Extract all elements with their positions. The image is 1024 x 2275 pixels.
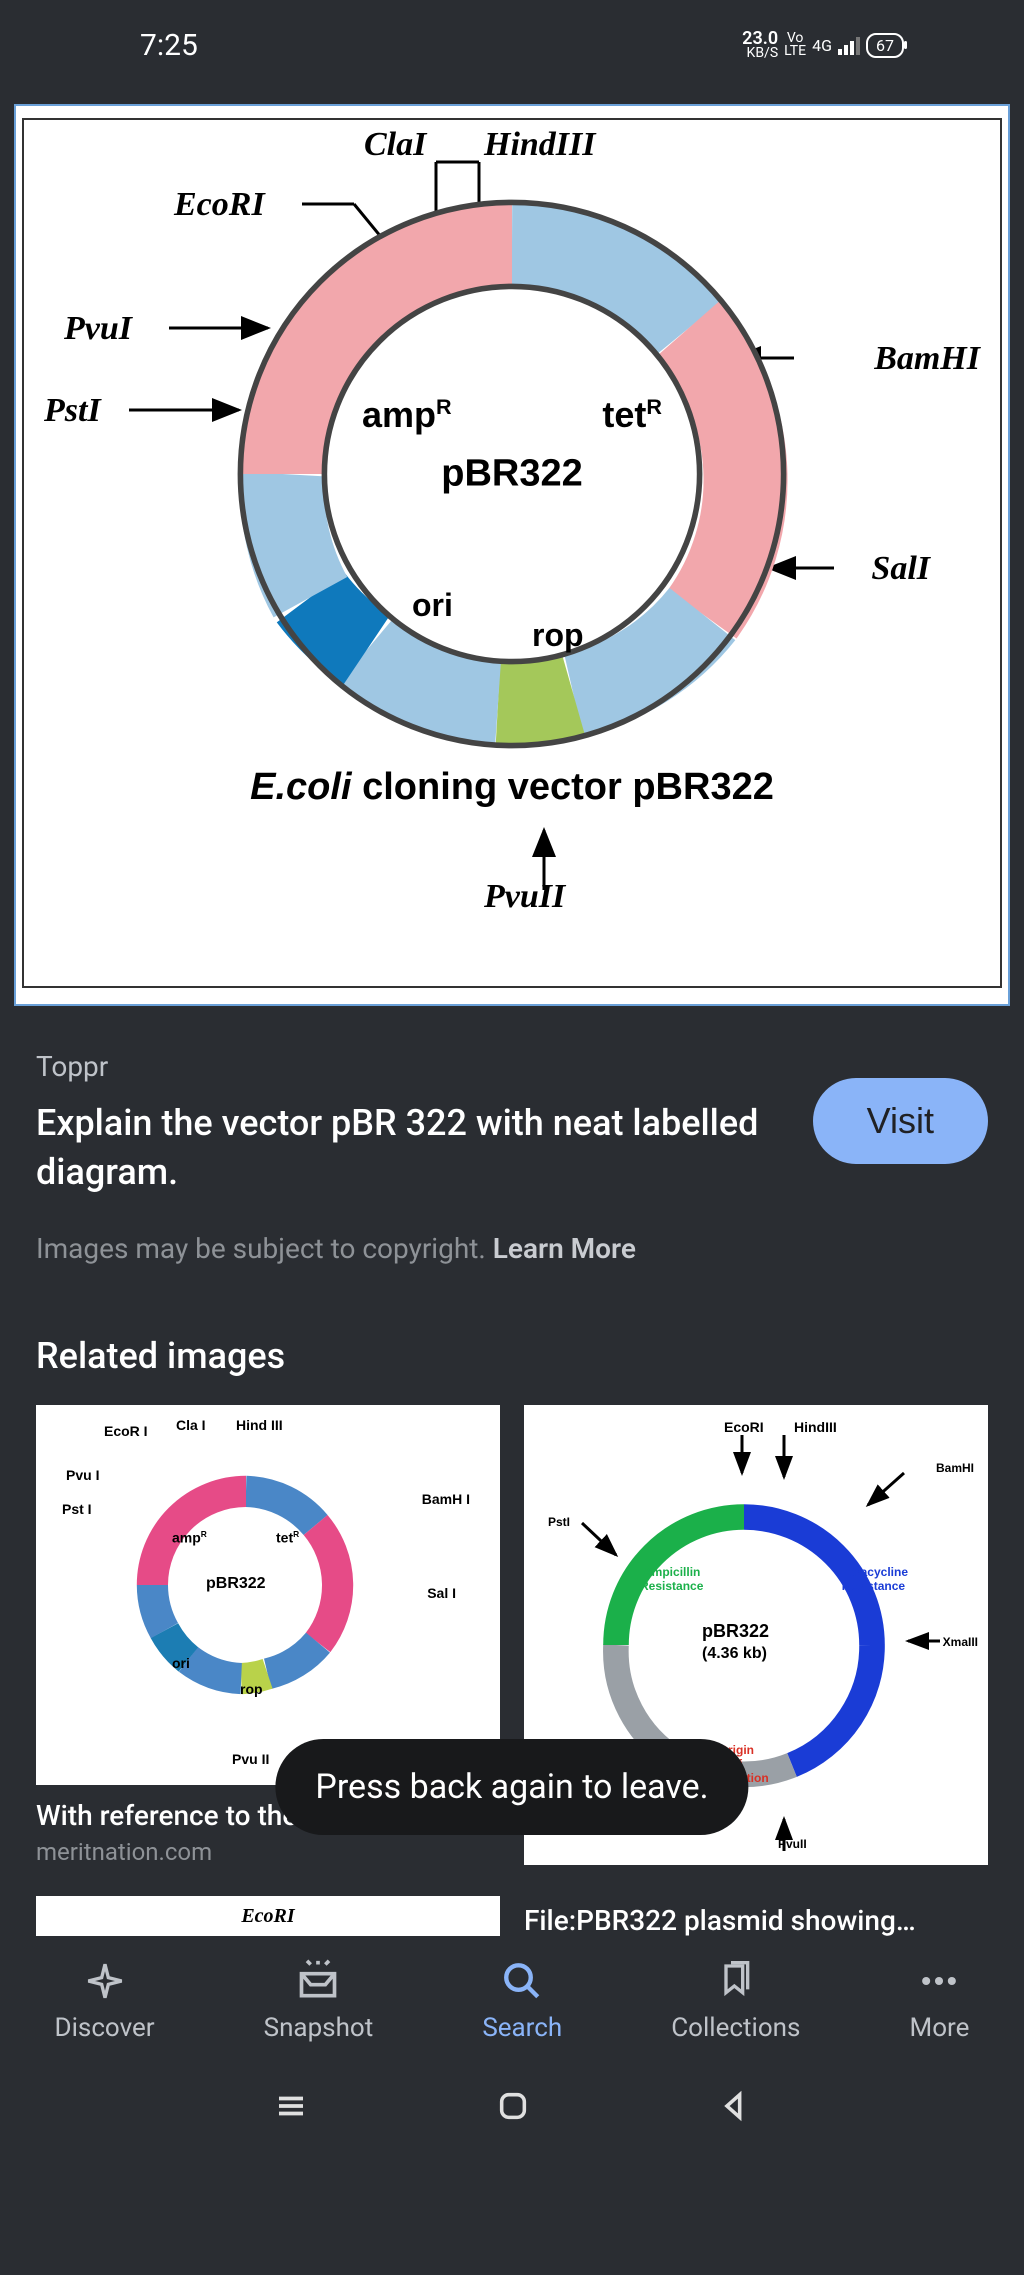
signal-icon [838, 35, 860, 55]
sparkle-icon [85, 1959, 125, 2003]
status-time: 7:25 [140, 28, 198, 63]
related-card[interactable]: File:PBR322 plasmid showing… [524, 1896, 988, 1937]
label-pvul: PvuI [64, 310, 132, 348]
system-nav [0, 2063, 1024, 2153]
image-title: Explain the vector pBR 322 with neat lab… [36, 1099, 789, 1196]
label-hindiii: HindIII [484, 126, 596, 164]
diagram-caption: E.coli cloning vector pBR322 [34, 766, 990, 809]
related-strip: EcoRI File:PBR322 plasmid showing… [0, 1896, 1024, 1947]
label-sall: SalI [871, 550, 930, 588]
visit-button[interactable]: Visit [813, 1078, 988, 1164]
related-thumbnail-1: EcoR I Cla I Hind III Pvu I Pst I BamH I… [36, 1405, 500, 1785]
label-amp: ampR [362, 394, 452, 436]
label-ori: ori [412, 587, 453, 624]
label-bamhi: BamHI [874, 340, 980, 378]
home-button[interactable] [496, 2089, 530, 2127]
back-button[interactable] [717, 2089, 751, 2127]
search-icon [501, 1959, 543, 2003]
recents-button[interactable] [273, 2088, 309, 2128]
snapshot-icon [296, 1959, 340, 2003]
main-image-card[interactable]: ClaI HindIII EcoRI PvuI PstI BamHI SalI … [14, 104, 1010, 1006]
label-pstl: PstI [44, 392, 101, 430]
network-4g: 4G [812, 36, 832, 55]
status-bar: 7:25 23.0 KB/S Vo LTE 4G 67 [0, 0, 1024, 90]
toast-message: Press back again to leave. [275, 1739, 748, 1835]
label-center: pBR322 [441, 453, 583, 496]
diagram-frame: ClaI HindIII EcoRI PvuI PstI BamHI SalI … [22, 118, 1002, 988]
nav-search[interactable]: Search [482, 1959, 562, 2043]
bookmark-icon [716, 1959, 756, 2003]
nav-collections[interactable]: Collections [671, 1959, 800, 2043]
label-clal: ClaI [364, 126, 426, 164]
nav-snapshot[interactable]: Snapshot [264, 1959, 374, 2043]
source-name[interactable]: Toppr [36, 1050, 789, 1083]
label-rop: rop [532, 617, 584, 654]
copyright-notice[interactable]: Images may be subject to copyright. Lear… [36, 1232, 988, 1265]
label-pvull: PvuII [484, 878, 565, 916]
label-tet: tetR [602, 394, 662, 436]
learn-more-link[interactable]: Learn More [493, 1232, 636, 1265]
plasmid-ring: ampR tetR pBR322 ori rop [232, 194, 792, 754]
related-title: File:PBR322 plasmid showing… [524, 1904, 988, 1937]
related-card[interactable]: EcoRI [36, 1896, 500, 1937]
bottom-nav: Discover Snapshot Search Collections Mor… [0, 1947, 1024, 2063]
battery-indicator: 67 [866, 33, 904, 58]
info-panel: Toppr Explain the vector pBR 322 with ne… [0, 1020, 1024, 1305]
strip-thumbnail: EcoRI [36, 1896, 500, 1936]
status-right: 23.0 KB/S Vo LTE 4G 67 [742, 31, 904, 60]
more-icon [917, 1959, 961, 2003]
volte-indicator: Vo LTE [784, 32, 806, 57]
nav-more[interactable]: More [910, 1959, 970, 2043]
nav-discover[interactable]: Discover [55, 1959, 155, 2043]
related-heading: Related images [36, 1335, 988, 1377]
related-source: meritnation.com [36, 1838, 500, 1866]
network-speed: 23.0 KB/S [742, 31, 778, 60]
